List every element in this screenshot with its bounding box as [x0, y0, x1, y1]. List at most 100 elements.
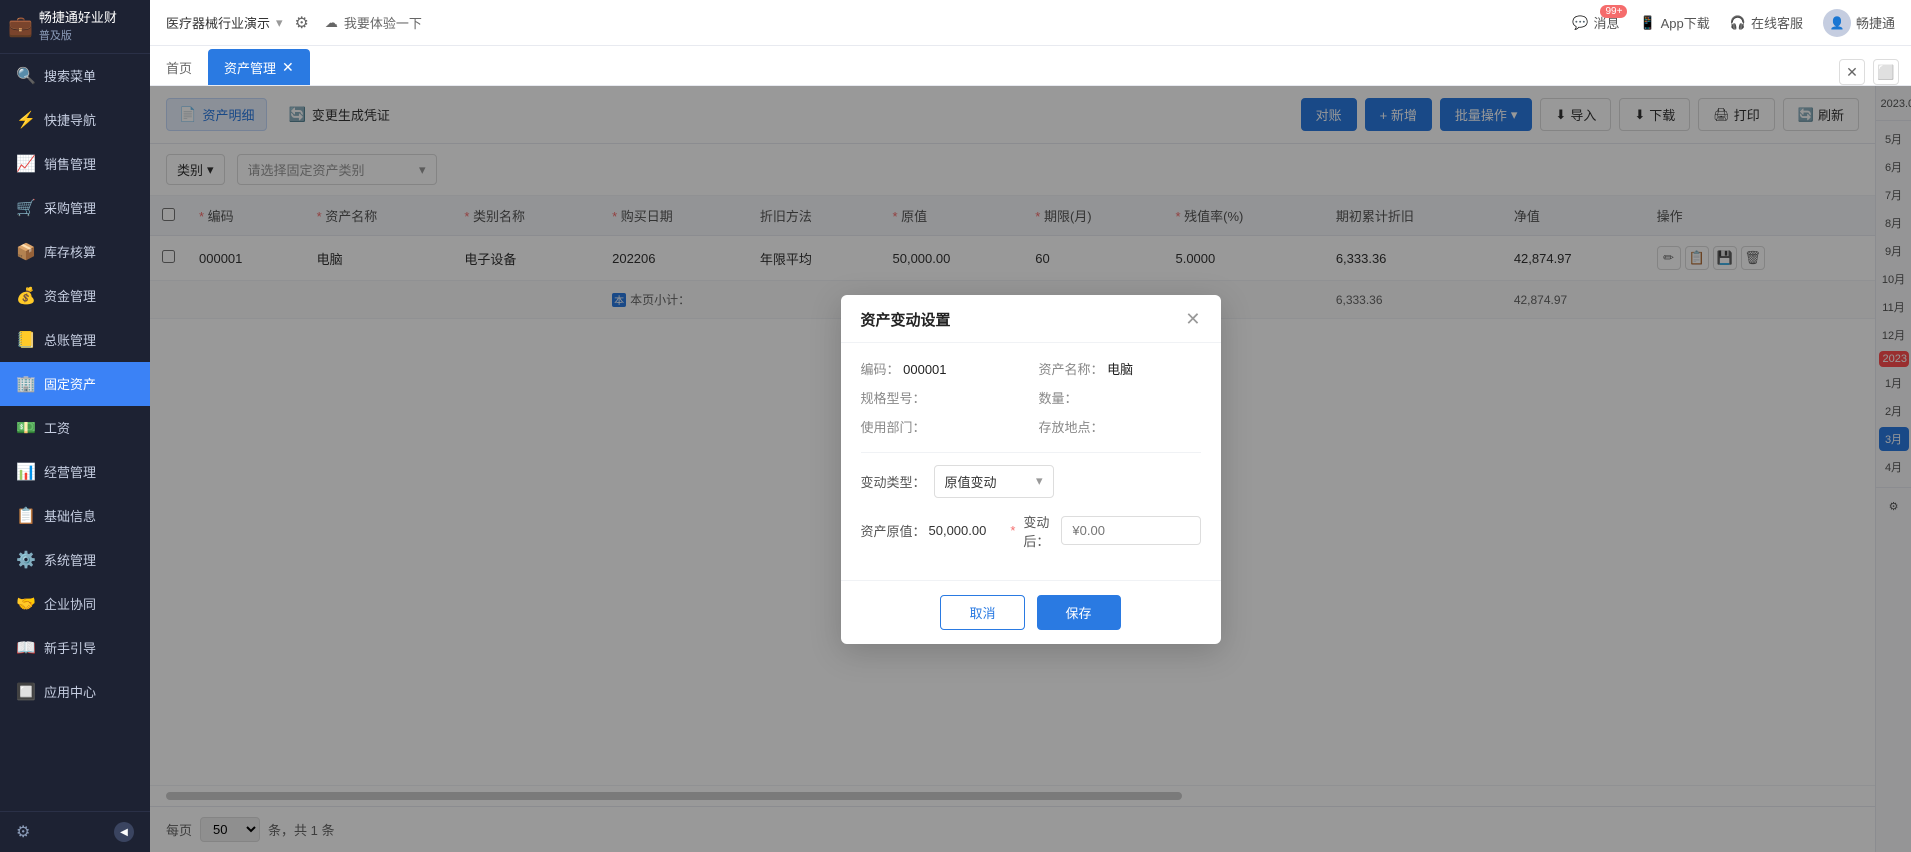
company-dropdown-icon: ▾ [276, 15, 283, 31]
main-area: 医疗器械行业演示 ▾ ⚙ ☁ 我要体验一下 💬 消息 99+ 📱 App下载 [150, 0, 1911, 852]
sidebar-item-ops-mgmt[interactable]: 📊 经营管理 [0, 450, 150, 494]
app-download-label: App下载 [1661, 13, 1710, 32]
sidebar-item-app-center[interactable]: 🔲 应用中心 [0, 670, 150, 714]
tab-close-icon[interactable]: ✕ [282, 59, 294, 76]
guide-icon: 📖 [16, 638, 36, 658]
change-type-row: 变动类型： 原值变动 ▾ [861, 465, 1201, 498]
sidebar-item-purchase-mgmt[interactable]: 🛒 采购管理 [0, 186, 150, 230]
user-name: 畅捷通 [1856, 13, 1895, 32]
modal-title: 资产变动设置 [861, 309, 951, 330]
sidebar-item-label: 快捷导航 [44, 110, 96, 129]
sidebar-footer: ⚙ ◀ [0, 811, 150, 852]
settings-icon[interactable]: ⚙ [16, 822, 30, 842]
modal-name-value: 电脑 [1107, 362, 1133, 377]
sidebar-item-quick-nav[interactable]: ⚡ 快捷导航 [0, 98, 150, 142]
sidebar-scroll: 🔍 搜索菜单 ⚡ 快捷导航 📈 销售管理 🛒 采购管理 📦 库存核算 💰 [0, 54, 150, 811]
message-button[interactable]: 💬 消息 99+ [1572, 13, 1619, 32]
tab-maximize-button[interactable]: ⬜ [1873, 59, 1899, 85]
modal-dept-label: 使用部门： [861, 420, 926, 435]
modal-overlay: 资产变动设置 ✕ 编码： 000001 资产名称： 电脑 [150, 86, 1911, 852]
sidebar-item-label: 工资 [44, 418, 70, 437]
online-service-button[interactable]: 🎧 在线客服 [1730, 13, 1803, 32]
modal-code-value: 000001 [903, 362, 946, 377]
modal-dept-item: 使用部门： [861, 417, 1023, 436]
sidebar-item-label: 新手引导 [44, 638, 96, 657]
after-change-input[interactable] [1061, 516, 1201, 545]
settings-gear-icon[interactable]: ⚙ [295, 13, 309, 33]
sidebar-collapse-button[interactable]: ◀ [114, 822, 134, 842]
message-icon: 💬 [1572, 15, 1588, 31]
save-button[interactable]: 保存 [1037, 595, 1121, 630]
tab-asset-mgmt[interactable]: 资产管理 ✕ [208, 49, 310, 85]
sidebar-item-general-ledger[interactable]: 📒 总账管理 [0, 318, 150, 362]
required-star: * [1010, 523, 1015, 538]
fixed-assets-icon: 🏢 [16, 374, 36, 394]
sidebar-item-enterprise[interactable]: 🤝 企业协同 [0, 582, 150, 626]
sidebar-item-label: 总账管理 [44, 330, 96, 349]
avatar: 👤 [1823, 9, 1851, 37]
asset-value-label: 资产原值： [861, 521, 921, 540]
sidebar-item-label: 企业协同 [44, 594, 96, 613]
enterprise-icon: 🤝 [16, 594, 36, 614]
sidebar-item-guide[interactable]: 📖 新手引导 [0, 626, 150, 670]
asset-value-display: 50,000.00 [929, 523, 987, 538]
modal-qty-item: 数量： [1039, 388, 1201, 407]
ops-icon: 📊 [16, 462, 36, 482]
sidebar-header: 💼 畅捷通好业财 普及版 [0, 0, 150, 54]
sidebar-item-sys-mgmt[interactable]: ⚙️ 系统管理 [0, 538, 150, 582]
message-badge: 99+ [1600, 5, 1627, 18]
modal-divider [861, 452, 1201, 453]
user-profile[interactable]: 👤 畅捷通 [1823, 9, 1895, 37]
sidebar-item-search-menu[interactable]: 🔍 搜索菜单 [0, 54, 150, 98]
quick-nav-icon: ⚡ [16, 110, 36, 130]
change-type-arrow-icon: ▾ [1036, 473, 1043, 489]
sidebar-item-label: 销售管理 [44, 154, 96, 173]
tabbar-right: ✕ ⬜ [1827, 59, 1911, 85]
modal-footer: 取消 保存 [841, 580, 1221, 644]
service-icon: 🎧 [1730, 15, 1746, 31]
sidebar-item-label: 资金管理 [44, 286, 96, 305]
sidebar-item-basic-info[interactable]: 📋 基础信息 [0, 494, 150, 538]
sales-icon: 📈 [16, 154, 36, 174]
purchase-icon: 🛒 [16, 198, 36, 218]
topbar-right: 💬 消息 99+ 📱 App下载 🎧 在线客服 👤 畅捷通 [1572, 9, 1895, 37]
sidebar-item-label: 库存核算 [44, 242, 96, 261]
tab-close-window-button[interactable]: ✕ [1839, 59, 1865, 85]
basic-info-icon: 📋 [16, 506, 36, 526]
sidebar-item-label: 基础信息 [44, 506, 96, 525]
modal-code-label: 编码： [861, 362, 900, 377]
app-edition: 普及版 [39, 27, 117, 43]
change-type-label: 变动类型： [861, 472, 926, 491]
tab-home[interactable]: 首页 [150, 49, 208, 85]
download-icon: 📱 [1639, 15, 1655, 31]
asset-value-row: 资产原值： 50,000.00 * 变动后： [861, 512, 1201, 550]
sidebar-item-fund-mgmt[interactable]: 💰 资金管理 [0, 274, 150, 318]
modal-location-label: 存放地点： [1039, 420, 1104, 435]
modal-location-item: 存放地点： [1039, 417, 1201, 436]
sidebar-item-payroll[interactable]: 💵 工资 [0, 406, 150, 450]
app-download-button[interactable]: 📱 App下载 [1639, 13, 1709, 32]
app-name: 畅捷通好业财 [39, 10, 117, 27]
sidebar-item-sales-mgmt[interactable]: 📈 销售管理 [0, 142, 150, 186]
modal-close-icon[interactable]: ✕ [1185, 309, 1200, 330]
sidebar-item-label: 经营管理 [44, 462, 96, 481]
modal-spec-item: 规格型号： [861, 388, 1023, 407]
payroll-icon: 💵 [16, 418, 36, 438]
sidebar-item-label: 采购管理 [44, 198, 96, 217]
modal-code-item: 编码： 000001 [861, 359, 1023, 378]
sidebar-item-fixed-assets[interactable]: 🏢 固定资产 [0, 362, 150, 406]
search-menu-icon: 🔍 [16, 66, 36, 86]
experience-button[interactable]: ☁ 我要体验一下 [325, 13, 422, 32]
company-name: 医疗器械行业演示 [166, 13, 270, 32]
sidebar-item-inventory[interactable]: 📦 库存核算 [0, 230, 150, 274]
asset-change-modal: 资产变动设置 ✕ 编码： 000001 资产名称： 电脑 [841, 295, 1221, 644]
modal-info-grid: 编码： 000001 资产名称： 电脑 规格型号： [861, 359, 1201, 436]
company-selector[interactable]: 医疗器械行业演示 ▾ [166, 13, 283, 32]
modal-qty-label: 数量： [1039, 391, 1078, 406]
change-type-value: 原值变动 [945, 472, 997, 491]
sidebar-item-label: 搜索菜单 [44, 66, 96, 85]
after-change-label: 变动后： [1023, 512, 1049, 550]
cancel-button[interactable]: 取消 [940, 595, 1024, 630]
change-type-select[interactable]: 原值变动 ▾ [934, 465, 1054, 498]
modal-header: 资产变动设置 ✕ [841, 295, 1221, 343]
